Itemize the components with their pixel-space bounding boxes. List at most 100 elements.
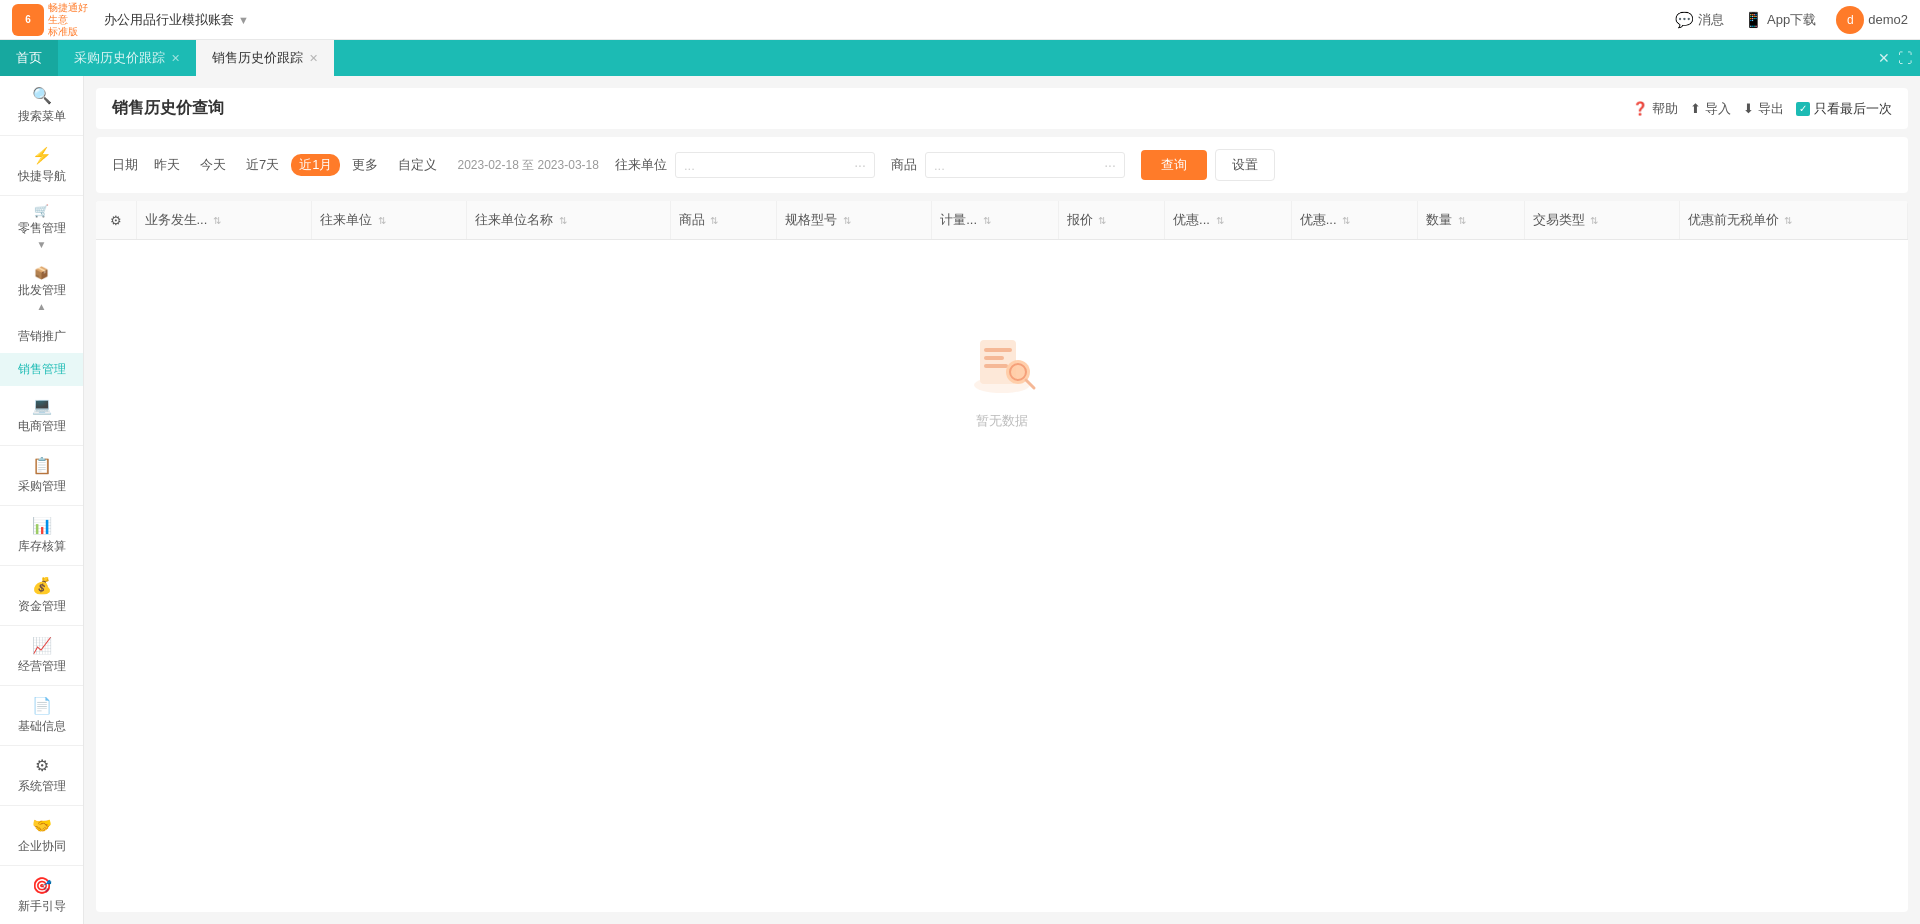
page-actions: ❓ 帮助 ⬆ 导入 ⬇ 导出 ✓ 只看最后一次 xyxy=(1632,100,1892,118)
close-tab-btn[interactable]: ✕ xyxy=(1878,50,1890,66)
sort-quantity-icon: ⇅ xyxy=(1458,215,1466,226)
table-col-trade-type[interactable]: 交易类型 ⇅ xyxy=(1524,201,1679,240)
sidebar-sub-sales[interactable]: 销售管理 xyxy=(0,353,83,386)
only-last-checkbox-wrapper[interactable]: ✓ 只看最后一次 xyxy=(1796,100,1892,118)
table-col-discount1[interactable]: 优惠... ⇅ xyxy=(1165,201,1292,240)
retail-icon: 🛒 xyxy=(34,204,49,218)
retail-expand-icon: ▼ xyxy=(37,239,47,250)
tab-home-label: 首页 xyxy=(16,49,42,67)
sidebar-item-purchase[interactable]: 📋 采购管理 xyxy=(0,446,83,506)
content-area: 销售历史价查询 ❓ 帮助 ⬆ 导入 ⬇ 导出 ✓ xyxy=(84,76,1920,924)
sort-spec-icon: ⇅ xyxy=(843,215,851,226)
goods-input-text: ... xyxy=(934,158,1100,173)
logo-icon: 6 xyxy=(12,4,44,36)
sidebar-item-retail[interactable]: 🛒 零售管理 ▼ xyxy=(0,196,83,258)
sidebar-item-inventory[interactable]: 📊 库存核算 xyxy=(0,506,83,566)
logo-text: 畅捷通好生意 标准版 xyxy=(48,2,96,38)
sidebar-item-enterprise-coop[interactable]: 🤝 企业协同 xyxy=(0,806,83,866)
table-col-price[interactable]: 报价 ⇅ xyxy=(1058,201,1164,240)
empty-state-icon xyxy=(962,320,1042,400)
col-partner-code-label: 往来单位 xyxy=(320,212,372,227)
partner-input[interactable]: ... ··· xyxy=(675,152,875,178)
help-btn[interactable]: ❓ 帮助 xyxy=(1632,100,1678,118)
help-icon: ❓ xyxy=(1632,101,1648,116)
header-right: 💬 消息 📱 App下载 d demo2 xyxy=(1675,6,1908,34)
sidebar-item-basic-info[interactable]: 📄 基础信息 xyxy=(0,686,83,746)
sidebar-item-new-guide[interactable]: 🎯 新手引导 xyxy=(0,866,83,924)
filter-separator: 日期 昨天 今天 近7天 近1月 更多 自定义 2023-02-18 至 202… xyxy=(112,149,1275,181)
date-opt-1month[interactable]: 近1月 xyxy=(291,154,340,176)
wholesale-expand-icon: ▲ xyxy=(37,301,47,312)
table-col-unit[interactable]: 计量... ⇅ xyxy=(932,201,1059,240)
date-opt-today[interactable]: 今天 xyxy=(192,154,234,176)
sidebar-item-wholesale[interactable]: 📦 批发管理 ▲ xyxy=(0,258,83,320)
sort-discount2-icon: ⇅ xyxy=(1342,215,1350,226)
empty-state: 暂无数据 xyxy=(96,240,1908,510)
sidebar-sub-marketing[interactable]: 营销推广 xyxy=(0,320,83,353)
tab-purchase-history[interactable]: 采购历史价跟踪 ✕ xyxy=(58,40,196,76)
table-col-settings[interactable]: ⚙ xyxy=(96,201,136,240)
user-menu[interactable]: d demo2 xyxy=(1836,6,1908,34)
goods-input-icon: ··· xyxy=(1104,157,1116,173)
sort-biz-date-icon: ⇅ xyxy=(213,215,221,226)
col-trade-type-label: 交易类型 xyxy=(1533,212,1585,227)
sort-price-icon: ⇅ xyxy=(1098,215,1106,226)
message-btn[interactable]: 💬 消息 xyxy=(1675,11,1724,29)
date-opt-yesterday[interactable]: 昨天 xyxy=(146,154,188,176)
sidebar-item-operations[interactable]: 📈 经营管理 xyxy=(0,626,83,686)
date-opt-more[interactable]: 更多 xyxy=(344,154,386,176)
settings-btn[interactable]: 设置 xyxy=(1215,149,1275,181)
tab-home[interactable]: 首页 xyxy=(0,40,58,76)
enterprise-coop-icon: 🤝 xyxy=(32,816,52,835)
col-spec-label: 规格型号 xyxy=(785,212,837,227)
sort-partner-code-icon: ⇅ xyxy=(378,215,386,226)
maximize-btn[interactable]: ⛶ xyxy=(1898,50,1912,66)
date-range-text: 2023-02-18 至 2023-03-18 xyxy=(457,157,598,174)
sidebar-item-ecommerce[interactable]: 💻 电商管理 xyxy=(0,386,83,446)
import-btn[interactable]: ⬆ 导入 xyxy=(1690,100,1731,118)
date-opt-custom[interactable]: 自定义 xyxy=(390,154,445,176)
data-table: ⚙ 业务发生... ⇅ 往来单位 ⇅ 往来单位名称 xyxy=(96,201,1908,240)
date-opt-7days[interactable]: 近7天 xyxy=(238,154,287,176)
table-col-spec[interactable]: 规格型号 ⇅ xyxy=(777,201,932,240)
query-btn[interactable]: 查询 xyxy=(1141,150,1207,180)
purchase-icon: 📋 xyxy=(32,456,52,475)
empty-text: 暂无数据 xyxy=(976,412,1028,430)
table-header-row: ⚙ 业务发生... ⇅ 往来单位 ⇅ 往来单位名称 xyxy=(96,201,1908,240)
tab-sales-label: 销售历史价跟踪 xyxy=(212,49,303,67)
col-biz-date-label: 业务发生... xyxy=(145,212,208,227)
partner-label: 往来单位 xyxy=(615,156,667,174)
sort-discount1-icon: ⇅ xyxy=(1216,215,1224,226)
system-icon: ⚙ xyxy=(35,756,49,775)
partner-input-text: ... xyxy=(684,158,850,173)
goods-input[interactable]: ... ··· xyxy=(925,152,1125,178)
table-col-pre-tax-price[interactable]: 优惠前无税单价 ⇅ xyxy=(1679,201,1907,240)
table-col-biz-date[interactable]: 业务发生... ⇅ xyxy=(136,201,311,240)
table-settings-gear-icon[interactable]: ⚙ xyxy=(110,213,122,228)
tab-sales-close-icon[interactable]: ✕ xyxy=(309,52,318,65)
export-btn[interactable]: ⬇ 导出 xyxy=(1743,100,1784,118)
tab-sales-history[interactable]: 销售历史价跟踪 ✕ xyxy=(196,40,334,76)
tab-purchase-close-icon[interactable]: ✕ xyxy=(171,52,180,65)
quick-nav-icon: ⚡ xyxy=(32,146,52,165)
col-goods-label: 商品 xyxy=(679,212,705,227)
col-pre-tax-price-label: 优惠前无税单价 xyxy=(1688,212,1779,227)
svg-rect-4 xyxy=(984,364,1008,368)
table-col-quantity[interactable]: 数量 ⇅ xyxy=(1418,201,1524,240)
app-download-btn[interactable]: 📱 App下载 xyxy=(1744,11,1816,29)
page-header: 销售历史价查询 ❓ 帮助 ⬆ 导入 ⬇ 导出 ✓ xyxy=(96,88,1908,129)
page-title: 销售历史价查询 xyxy=(112,98,224,119)
goods-label: 商品 xyxy=(891,156,917,174)
only-last-checkbox[interactable]: ✓ xyxy=(1796,102,1810,116)
table-col-partner-code[interactable]: 往来单位 ⇅ xyxy=(311,201,466,240)
sidebar-item-system[interactable]: ⚙ 系统管理 xyxy=(0,746,83,806)
date-label: 日期 xyxy=(112,156,138,174)
table-col-discount2[interactable]: 优惠... ⇅ xyxy=(1291,201,1418,240)
table-col-partner-name[interactable]: 往来单位名称 ⇅ xyxy=(466,201,670,240)
col-unit-label: 计量... xyxy=(940,212,977,227)
sidebar-item-finance[interactable]: 💰 资金管理 xyxy=(0,566,83,626)
sidebar-item-search[interactable]: 🔍 搜索菜单 xyxy=(0,76,83,136)
sidebar-item-quick-nav[interactable]: ⚡ 快捷导航 xyxy=(0,136,83,196)
company-selector[interactable]: 办公用品行业模拟账套 ▼ xyxy=(104,11,249,29)
table-col-goods[interactable]: 商品 ⇅ xyxy=(670,201,776,240)
